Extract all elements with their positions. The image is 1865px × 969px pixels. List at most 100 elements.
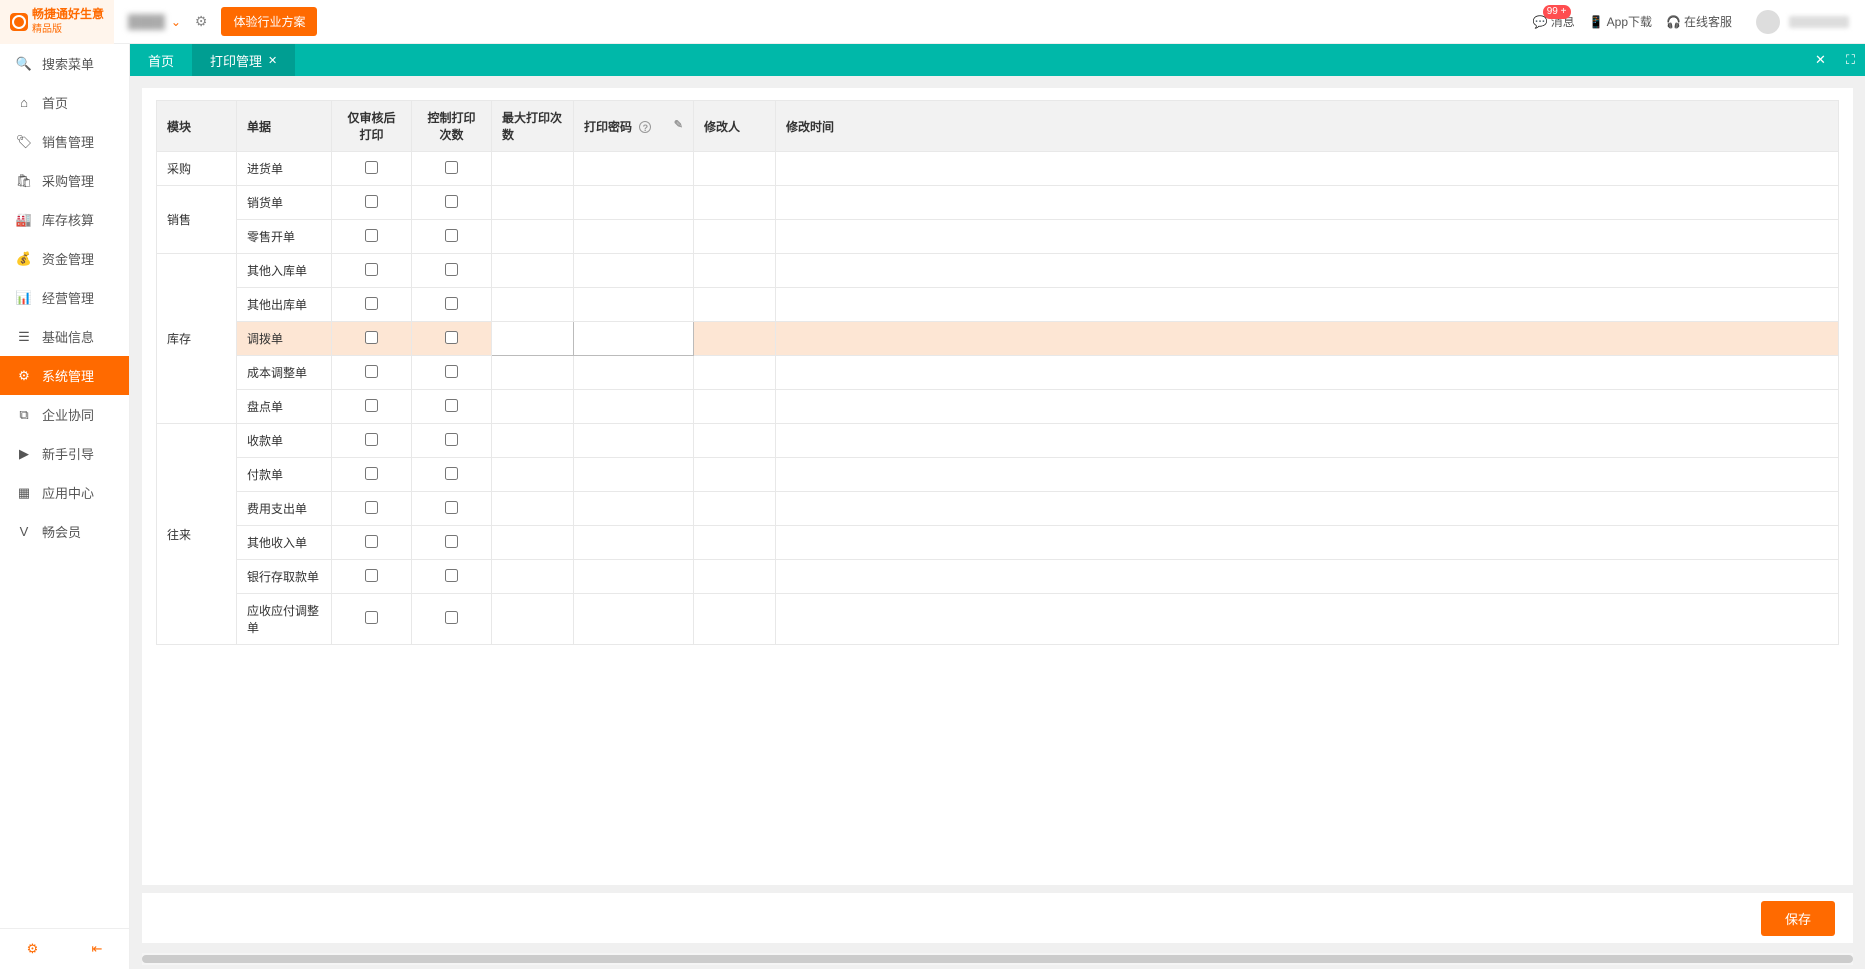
control-checkbox[interactable] <box>445 501 458 514</box>
sidebar-item-11[interactable]: ▦应用中心 <box>0 473 129 512</box>
footer-gear-icon[interactable]: ⚙ <box>27 941 39 957</box>
audit-checkbox[interactable] <box>365 365 378 378</box>
password-cell <box>574 390 694 424</box>
header-user[interactable] <box>1746 10 1849 34</box>
audit-checkbox[interactable] <box>365 569 378 582</box>
sidebar-item-label: 畅会员 <box>42 522 81 541</box>
tab-fullscreen-icon[interactable]: ⛶ <box>1836 44 1865 76</box>
audit-checkbox-cell <box>332 322 412 356</box>
sidebar-item-7[interactable]: ☰基础信息 <box>0 317 129 356</box>
sidebar-item-label: 系统管理 <box>42 366 94 385</box>
header-service[interactable]: 🎧 在线客服 <box>1666 13 1732 30</box>
control-checkbox[interactable] <box>445 229 458 242</box>
tab-1[interactable]: 打印管理 ✕ <box>192 44 295 76</box>
control-checkbox[interactable] <box>445 297 458 310</box>
sidebar-item-5[interactable]: 💰资金管理 <box>0 239 129 278</box>
audit-checkbox[interactable] <box>365 229 378 242</box>
modify-time-cell <box>776 322 1839 356</box>
control-checkbox[interactable] <box>445 365 458 378</box>
control-checkbox[interactable] <box>445 399 458 412</box>
gear-icon[interactable]: ⚙ <box>195 13 208 30</box>
try-industry-button[interactable]: 体验行业方案 <box>221 7 317 36</box>
modify-time-cell <box>776 390 1839 424</box>
sidebar-item-6[interactable]: 📊经营管理 <box>0 278 129 317</box>
help-icon[interactable]: ? <box>639 121 651 133</box>
tab-close-all-icon[interactable]: ✕ <box>1805 44 1836 76</box>
sidebar-item-8[interactable]: ⚙ 系统管理 <box>0 356 129 395</box>
control-checkbox[interactable] <box>445 467 458 480</box>
avatar <box>1756 10 1780 34</box>
audit-checkbox[interactable] <box>365 433 378 446</box>
footer-collapse-icon[interactable]: ⇤ <box>91 941 102 957</box>
audit-checkbox-cell <box>332 526 412 560</box>
app-label: App下载 <box>1607 13 1652 30</box>
modifier-cell <box>694 220 776 254</box>
audit-checkbox[interactable] <box>365 263 378 276</box>
sidebar-item-0[interactable]: 🔍搜索菜单 <box>0 44 129 83</box>
doc-cell: 其他出库单 <box>237 288 332 322</box>
modifier-cell <box>694 288 776 322</box>
control-checkbox[interactable] <box>445 263 458 276</box>
sidebar-item-4[interactable]: 🏭库存核算 <box>0 200 129 239</box>
max-count-cell <box>492 186 574 220</box>
audit-checkbox[interactable] <box>365 611 378 624</box>
sidebar-item-2[interactable]: 🏷销售管理 <box>0 122 129 161</box>
control-checkbox-cell <box>412 186 492 220</box>
audit-checkbox[interactable] <box>365 501 378 514</box>
modify-time-cell <box>776 492 1839 526</box>
tab-0[interactable]: 首页 <box>130 44 192 76</box>
table-row: 库存其他入库单 <box>157 254 1839 288</box>
sidebar-item-12[interactable]: V畅会员 <box>0 512 129 551</box>
control-checkbox[interactable] <box>445 611 458 624</box>
modifier-cell <box>694 492 776 526</box>
header-app-download[interactable]: 📱 App下载 <box>1589 13 1652 30</box>
th-module: 模块 <box>157 101 237 152</box>
audit-checkbox[interactable] <box>365 467 378 480</box>
control-checkbox[interactable] <box>445 433 458 446</box>
control-checkbox[interactable] <box>445 161 458 174</box>
audit-checkbox-cell <box>332 458 412 492</box>
audit-checkbox[interactable] <box>365 535 378 548</box>
audit-checkbox-cell <box>332 390 412 424</box>
edit-icon[interactable]: ✎ <box>674 118 683 131</box>
modify-time-cell <box>776 288 1839 322</box>
audit-checkbox[interactable] <box>365 331 378 344</box>
control-checkbox[interactable] <box>445 331 458 344</box>
module-cell: 库存 <box>157 254 237 424</box>
doc-cell: 盘点单 <box>237 390 332 424</box>
control-checkbox[interactable] <box>445 535 458 548</box>
horizontal-scrollbar[interactable] <box>142 953 1853 965</box>
audit-checkbox-cell <box>332 424 412 458</box>
sidebar-item-9[interactable]: ⧉企业协同 <box>0 395 129 434</box>
password-cell <box>574 458 694 492</box>
save-button[interactable]: 保存 <box>1761 901 1835 936</box>
audit-checkbox[interactable] <box>365 297 378 310</box>
modifier-cell <box>694 424 776 458</box>
sidebar-item-1[interactable]: ⌂首页 <box>0 83 129 122</box>
header-messages[interactable]: 💬 99 + 消息 <box>1533 13 1575 30</box>
th-modifier: 修改人 <box>694 101 776 152</box>
max-count-cell <box>492 254 574 288</box>
tab-close-icon[interactable]: ✕ <box>268 54 277 67</box>
password-cell <box>574 186 694 220</box>
audit-checkbox[interactable] <box>365 399 378 412</box>
max-count-cell[interactable] <box>492 322 574 356</box>
gear-icon: ⚙ <box>16 368 32 384</box>
control-checkbox[interactable] <box>445 569 458 582</box>
tab-label: 首页 <box>148 51 174 70</box>
password-cell[interactable] <box>574 322 694 356</box>
sidebar-item-label: 搜索菜单 <box>42 54 94 73</box>
scrollbar-thumb[interactable] <box>142 955 1853 963</box>
audit-checkbox[interactable] <box>365 195 378 208</box>
modify-time-cell <box>776 254 1839 288</box>
control-checkbox-cell <box>412 152 492 186</box>
company-selector[interactable]: ████ ⌄ ⚙ <box>128 13 207 30</box>
doc-cell: 进货单 <box>237 152 332 186</box>
audit-checkbox[interactable] <box>365 161 378 174</box>
sidebar-item-label: 基础信息 <box>42 327 94 346</box>
table-row: 零售开单 <box>157 220 1839 254</box>
tab-label: 打印管理 <box>210 51 262 70</box>
sidebar-item-3[interactable]: 🛍采购管理 <box>0 161 129 200</box>
control-checkbox[interactable] <box>445 195 458 208</box>
sidebar-item-10[interactable]: ▶新手引导 <box>0 434 129 473</box>
